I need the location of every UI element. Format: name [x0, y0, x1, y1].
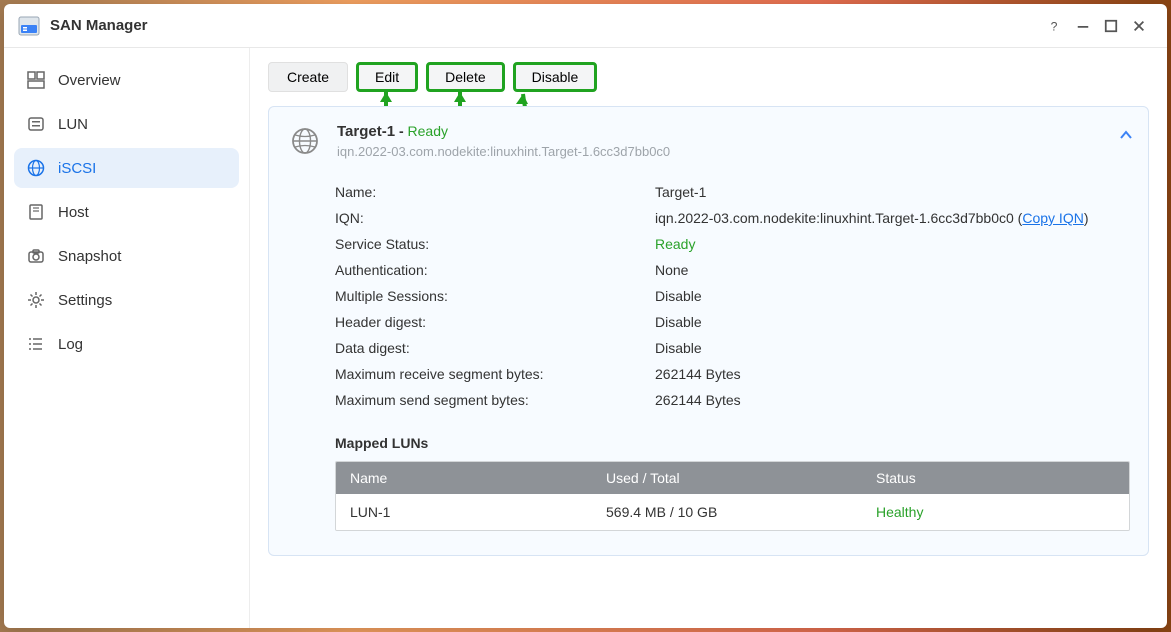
label-header-digest: Header digest: — [335, 314, 655, 330]
label-auth: Authentication: — [335, 262, 655, 278]
col-header-name: Name — [346, 470, 606, 486]
target-iqn-subtitle: iqn.2022-03.com.nodekite:linuxhint.Targe… — [337, 144, 670, 159]
disable-button[interactable]: Disable — [513, 62, 598, 92]
label-max-send: Maximum send segment bytes: — [335, 392, 655, 408]
cell-used: 569.4 MB / 10 GB — [606, 504, 876, 520]
label-max-receive: Maximum receive segment bytes: — [335, 366, 655, 382]
help-button[interactable]: ? — [1041, 12, 1069, 40]
sidebar-item-host[interactable]: Host — [14, 192, 239, 232]
nav-label: LUN — [58, 116, 88, 133]
table-row[interactable]: LUN-1 569.4 MB / 10 GB Healthy — [336, 494, 1129, 530]
svg-text:?: ? — [1051, 19, 1058, 33]
target-name: Target-1 — [337, 123, 395, 140]
gear-icon — [26, 290, 46, 310]
toolbar: Create Edit Delete Disable 1 2 3 — [268, 62, 1149, 92]
value-max-receive: 262144 Bytes — [655, 366, 741, 382]
nav-label: Overview — [58, 72, 121, 89]
sidebar-item-lun[interactable]: LUN — [14, 104, 239, 144]
mapped-luns-heading: Mapped LUNs — [335, 435, 1130, 451]
value-auth: None — [655, 262, 688, 278]
delete-button[interactable]: Delete — [426, 62, 504, 92]
minimize-button[interactable] — [1069, 12, 1097, 40]
value-multi-sessions: Disable — [655, 288, 702, 304]
content: Overview LUN iSCSI Host Snapshot Setting… — [4, 48, 1167, 628]
app-window: SAN Manager ? Overview LUN iSCSI Host — [4, 4, 1167, 628]
status-separator: - — [399, 123, 404, 139]
copy-iqn-link[interactable]: Copy IQN — [1022, 210, 1083, 226]
main: Create Edit Delete Disable 1 2 3 — [250, 48, 1167, 628]
sidebar-item-overview[interactable]: Overview — [14, 60, 239, 100]
camera-icon — [26, 246, 46, 266]
edit-button[interactable]: Edit — [356, 62, 418, 92]
label-multi-sessions: Multiple Sessions: — [335, 288, 655, 304]
mapped-luns-table: Name Used / Total Status LUN-1 569.4 MB … — [335, 461, 1130, 531]
value-service-status: Ready — [655, 236, 695, 252]
globe-icon — [287, 123, 323, 159]
close-button[interactable] — [1125, 12, 1153, 40]
col-header-used: Used / Total — [606, 470, 876, 486]
sidebar-item-settings[interactable]: Settings — [14, 280, 239, 320]
label-name: Name: — [335, 184, 655, 200]
app-title: SAN Manager — [50, 17, 148, 34]
value-iqn: iqn.2022-03.com.nodekite:linuxhint.Targe… — [655, 210, 1089, 226]
nav-label: Log — [58, 336, 83, 353]
label-data-digest: Data digest: — [335, 340, 655, 356]
sidebar-item-iscsi[interactable]: iSCSI — [14, 148, 239, 188]
value-data-digest: Disable — [655, 340, 702, 356]
nav-label: Snapshot — [58, 248, 121, 265]
value-header-digest: Disable — [655, 314, 702, 330]
dashboard-icon — [26, 70, 46, 90]
nav-label: Settings — [58, 292, 112, 309]
titlebar: SAN Manager ? — [4, 4, 1167, 48]
cell-status: Healthy — [876, 504, 1119, 520]
label-iqn: IQN: — [335, 210, 655, 226]
disk-icon — [26, 114, 46, 134]
sidebar: Overview LUN iSCSI Host Snapshot Setting… — [4, 48, 250, 628]
target-panel: Target-1 - Ready iqn.2022-03.com.nodekit… — [268, 106, 1149, 556]
target-status: Ready — [408, 123, 448, 139]
sidebar-item-snapshot[interactable]: Snapshot — [14, 236, 239, 276]
app-icon — [18, 16, 40, 36]
host-icon — [26, 202, 46, 222]
table-header: Name Used / Total Status — [336, 462, 1129, 494]
create-button[interactable]: Create — [268, 62, 348, 92]
value-max-send: 262144 Bytes — [655, 392, 741, 408]
sidebar-item-log[interactable]: Log — [14, 324, 239, 364]
nav-label: Host — [58, 204, 89, 221]
target-details: Name:Target-1 IQN:iqn.2022-03.com.nodeki… — [335, 179, 1130, 413]
target-header[interactable]: Target-1 - Ready iqn.2022-03.com.nodekit… — [287, 123, 1130, 159]
label-service-status: Service Status: — [335, 236, 655, 252]
value-name: Target-1 — [655, 184, 706, 200]
col-header-status: Status — [876, 470, 1119, 486]
globe-icon — [26, 158, 46, 178]
nav-label: iSCSI — [58, 160, 96, 177]
cell-name: LUN-1 — [346, 504, 606, 520]
chevron-up-icon[interactable] — [1118, 127, 1134, 146]
list-icon — [26, 334, 46, 354]
maximize-button[interactable] — [1097, 12, 1125, 40]
